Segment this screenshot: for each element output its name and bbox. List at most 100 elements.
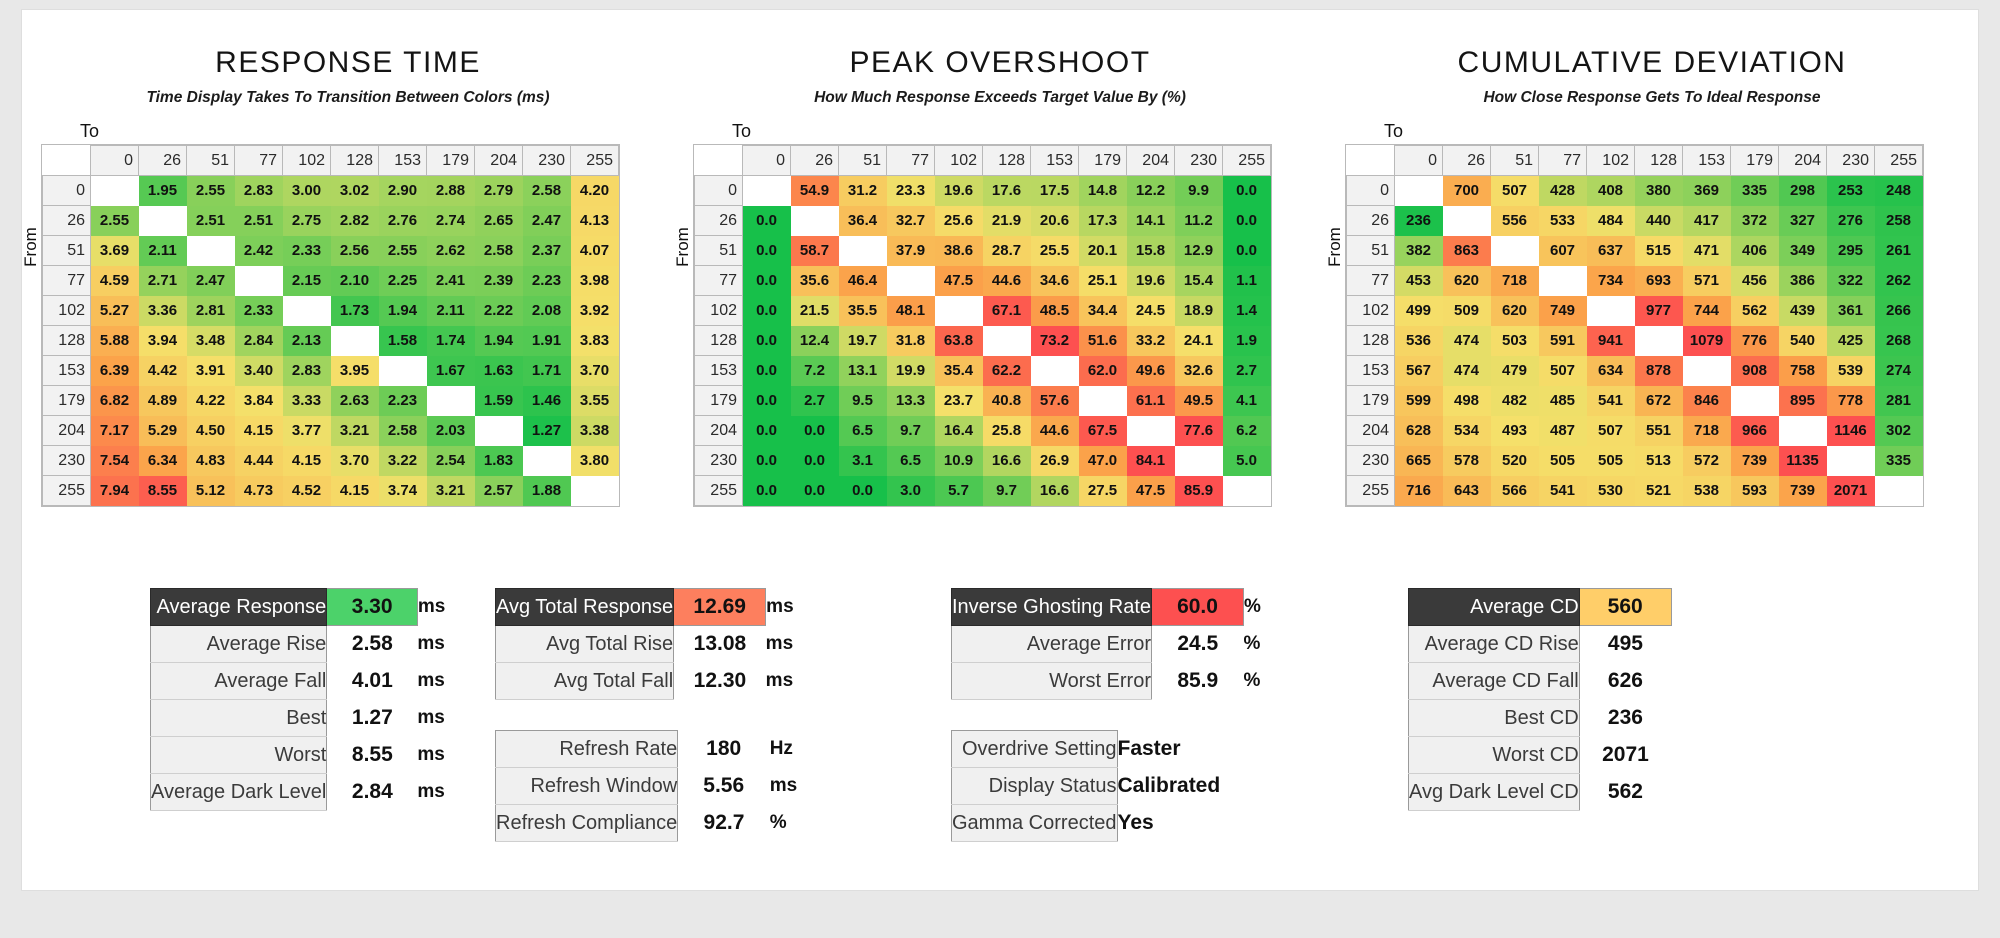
matrix-cell: 54.9 bbox=[790, 175, 839, 206]
summary-response-label: Average Response bbox=[149, 588, 328, 626]
summary-total-response-row: Avg Total Fall 12.30 ms bbox=[494, 662, 826, 700]
matrix-cell: 2.22 bbox=[474, 295, 523, 326]
matrix-cell: 236 bbox=[1394, 205, 1443, 236]
matrix-cell: 2.47 bbox=[186, 265, 235, 296]
matrix-row: 51 3.69 2.11 2.42 2.33 2.56 2.55 2.62 2.58 2.37 4.… bbox=[42, 235, 619, 266]
matrix-row-header: 51 bbox=[694, 235, 743, 266]
matrix-cell: 298 bbox=[1778, 175, 1827, 206]
matrix-cell: 2.25 bbox=[378, 265, 427, 296]
matrix-cell: 35.6 bbox=[790, 265, 839, 296]
summary-total-response-value: 12.30 bbox=[693, 669, 747, 692]
matrix-cell: 13.1 bbox=[838, 355, 887, 386]
matrix-cell: 3.70 bbox=[570, 355, 619, 386]
matrix-cell: 32.6 bbox=[1174, 355, 1223, 386]
matrix-row: 77 4.59 2.71 2.47 2.15 2.10 2.25 2.41 2.39 2.23 3.… bbox=[42, 265, 619, 296]
matrix-cell-diagonal bbox=[570, 475, 619, 506]
summary-response-label: Best bbox=[149, 699, 328, 737]
matrix-cell: 484 bbox=[1586, 205, 1635, 236]
matrix-cell: 28.7 bbox=[982, 235, 1031, 266]
summary-cd-value: 562 bbox=[1607, 780, 1643, 803]
matrix-row: 51 382 863 607 637 515 471 406 349 295 261 bbox=[1346, 235, 1923, 266]
matrix-cell: 2.13 bbox=[282, 325, 331, 356]
matrix-col-header: 0 bbox=[90, 145, 139, 176]
matrix-cell: 3.95 bbox=[330, 355, 379, 386]
matrix-col-header: 102 bbox=[282, 145, 331, 176]
matrix-cell: 474 bbox=[1442, 355, 1491, 386]
summary-refresh-row: Refresh Compliance 92.7% bbox=[494, 804, 830, 842]
matrix-cell: 4.52 bbox=[282, 475, 331, 506]
summary-total-response-label: Avg Total Response bbox=[494, 588, 675, 626]
matrix-cell: 266 bbox=[1874, 295, 1923, 326]
matrix-cell: 15.8 bbox=[1126, 235, 1175, 266]
matrix-cell: 1.67 bbox=[426, 355, 475, 386]
matrix-cell-diagonal bbox=[1778, 415, 1827, 446]
summary-cd-unit bbox=[1671, 774, 1731, 811]
matrix-cell: 2.55 bbox=[378, 235, 427, 266]
matrix-cell-diagonal bbox=[282, 295, 331, 326]
summary-refresh-table: Refresh Rate 180 Hz Refresh Window 5.56 ms Ref… bbox=[494, 730, 830, 842]
summary-display-label: Overdrive Setting bbox=[951, 730, 1118, 768]
matrix-cell: 12.2 bbox=[1126, 175, 1175, 206]
matrix-cell: 6.34 bbox=[138, 445, 187, 476]
summary-refresh-label: Refresh Rate bbox=[494, 730, 679, 768]
matrix-cell: 425 bbox=[1826, 325, 1875, 356]
matrix-cell: 533 bbox=[1538, 205, 1587, 236]
matrix-cell: 637 bbox=[1586, 235, 1635, 266]
matrix-row-header: 0 bbox=[694, 175, 743, 206]
summary-cd-table: Average CD 560 Average CD Rise 495 Average C… bbox=[1408, 588, 1732, 811]
summary-cd-value: 626 bbox=[1607, 669, 1643, 692]
summary-refresh-value: 5.56 bbox=[703, 774, 745, 797]
axis-label-to-1: To bbox=[80, 121, 100, 141]
matrix-cell: 2.82 bbox=[330, 205, 379, 236]
matrix-cell: 85.9 bbox=[1174, 475, 1223, 506]
matrix-cell: 4.89 bbox=[138, 385, 187, 416]
matrix-cell: 1.88 bbox=[522, 475, 571, 506]
matrix-cell: 49.5 bbox=[1174, 385, 1223, 416]
matrix-cell: 599 bbox=[1394, 385, 1443, 416]
matrix-cell: 2.58 bbox=[474, 235, 523, 266]
matrix-cell: 620 bbox=[1490, 295, 1539, 326]
summary-response-value: 3.30 bbox=[326, 588, 418, 626]
matrix-cell: 941 bbox=[1586, 325, 1635, 356]
matrix-cell: 4.83 bbox=[186, 445, 235, 476]
matrix-cell: 5.29 bbox=[138, 415, 187, 446]
matrix-cell-diagonal bbox=[1222, 475, 1271, 506]
matrix-cell: 4.42 bbox=[138, 355, 187, 386]
matrix-cell: 3.91 bbox=[186, 355, 235, 386]
matrix-col-header: 230 bbox=[1174, 145, 1223, 176]
summary-ghosting-unit: % bbox=[1243, 633, 1261, 654]
matrix-cell: 21.9 bbox=[982, 205, 1031, 236]
matrix-cell: 2.10 bbox=[330, 265, 379, 296]
matrix-cell-diagonal bbox=[1394, 175, 1443, 206]
matrix-cell: 3.38 bbox=[570, 415, 619, 446]
matrix-row: 26 0.0 36.4 32.7 25.6 21.9 20.6 17.3 14.1 11.2 0.0 bbox=[694, 205, 1271, 236]
matrix-cell-diagonal bbox=[186, 235, 235, 266]
summary-cd-value: 560 bbox=[1578, 588, 1672, 626]
matrix-cell: 643 bbox=[1442, 475, 1491, 506]
matrix-cell: 536 bbox=[1394, 325, 1443, 356]
matrix-cell: 2.42 bbox=[234, 235, 283, 266]
matrix-col-header: 51 bbox=[1490, 145, 1539, 176]
matrix-cell: 1.94 bbox=[474, 325, 523, 356]
summary-total-response-unit: ms bbox=[765, 670, 794, 691]
matrix-row-header: 0 bbox=[1346, 175, 1395, 206]
matrix-cell: 19.6 bbox=[934, 175, 983, 206]
matrix-cell: 3.33 bbox=[282, 385, 331, 416]
matrix-response-time: 0 26 51 77 102 128 153 179 204 230 255 0 1.95 2.55 2.8… bbox=[42, 145, 619, 506]
axis-label-from-1: From bbox=[21, 227, 41, 267]
matrix-cell: 2.58 bbox=[378, 415, 427, 446]
summary-total-response-unit: ms bbox=[765, 633, 794, 654]
matrix-cell: 3.77 bbox=[282, 415, 331, 446]
matrix-cell: 456 bbox=[1730, 265, 1779, 296]
matrix-cell: 551 bbox=[1634, 415, 1683, 446]
matrix-col-header: 26 bbox=[1442, 145, 1491, 176]
summary-refresh-unit: ms bbox=[769, 775, 798, 796]
summary-refresh-row: Refresh Rate 180 Hz bbox=[494, 730, 830, 768]
matrix-row-header: 51 bbox=[1346, 235, 1395, 266]
matrix-cell: 335 bbox=[1874, 445, 1923, 476]
matrix-cell: 5.0 bbox=[1222, 445, 1271, 476]
matrix-cell: 4.15 bbox=[282, 445, 331, 476]
matrix-cell: 57.6 bbox=[1030, 385, 1079, 416]
matrix-cell: 718 bbox=[1490, 265, 1539, 296]
matrix-cell: 16.4 bbox=[934, 415, 983, 446]
